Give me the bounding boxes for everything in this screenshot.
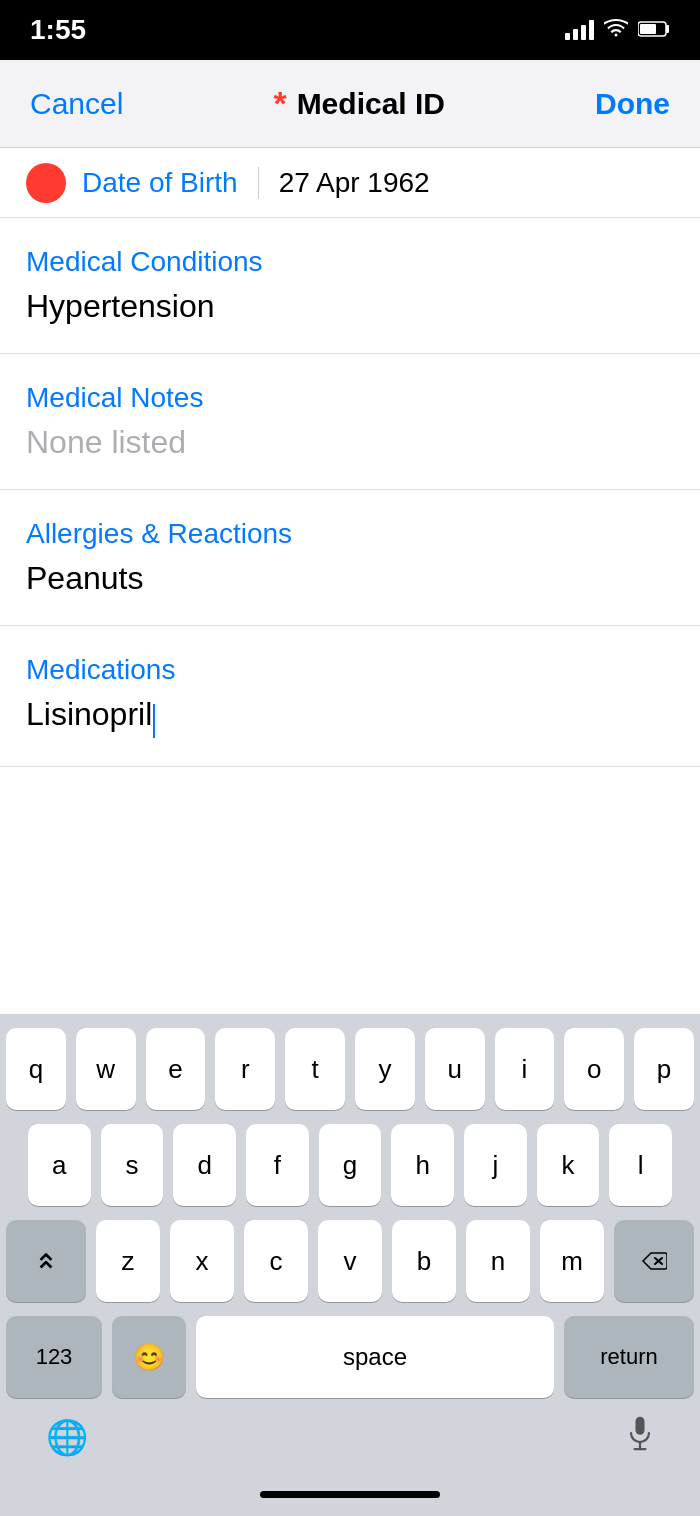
signal-bars-icon: [565, 20, 594, 40]
key-a[interactable]: a: [28, 1124, 91, 1206]
globe-icon[interactable]: 🌐: [46, 1417, 88, 1457]
page-title: Medical ID: [297, 87, 445, 121]
key-c[interactable]: c: [244, 1220, 308, 1302]
cancel-button[interactable]: Cancel: [30, 87, 123, 121]
done-button[interactable]: Done: [595, 87, 670, 121]
mic-icon[interactable]: [626, 1415, 654, 1459]
nav-title: * Medical ID: [273, 84, 445, 123]
keyboard: q w e r t y u i o p a s d f g h j k l z …: [0, 1014, 700, 1516]
dob-value: 27 Apr 1962: [279, 167, 430, 199]
key-g[interactable]: g: [319, 1124, 382, 1206]
allergies-label: Allergies & Reactions: [26, 518, 674, 550]
key-x[interactable]: x: [170, 1220, 234, 1302]
key-v[interactable]: v: [318, 1220, 382, 1302]
emoji-key[interactable]: 😊: [112, 1316, 186, 1398]
key-t[interactable]: t: [285, 1028, 345, 1110]
svg-rect-1: [666, 25, 669, 33]
medications-section[interactable]: Medications Lisinopril: [0, 626, 700, 767]
medical-conditions-value: Hypertension: [26, 288, 674, 325]
shift-key[interactable]: [6, 1220, 86, 1302]
status-icons: [565, 19, 670, 42]
dob-icon: [26, 163, 66, 203]
status-bar: 1:55: [0, 0, 700, 60]
delete-key[interactable]: [614, 1220, 694, 1302]
space-key[interactable]: space: [196, 1316, 554, 1398]
key-o[interactable]: o: [564, 1028, 624, 1110]
key-p[interactable]: p: [634, 1028, 694, 1110]
keyboard-row-3: z x c v b n m: [6, 1220, 694, 1302]
medical-notes-label: Medical Notes: [26, 382, 674, 414]
key-b[interactable]: b: [392, 1220, 456, 1302]
dob-row[interactable]: Date of Birth 27 Apr 1962: [0, 148, 700, 218]
key-s[interactable]: s: [101, 1124, 164, 1206]
key-f[interactable]: f: [246, 1124, 309, 1206]
key-i[interactable]: i: [495, 1028, 555, 1110]
medical-notes-section[interactable]: Medical Notes None listed: [0, 354, 700, 490]
key-e[interactable]: e: [146, 1028, 206, 1110]
dob-label: Date of Birth: [82, 167, 259, 199]
svg-rect-5: [636, 1417, 645, 1435]
keyboard-row-1: q w e r t y u i o p: [6, 1028, 694, 1110]
key-j[interactable]: j: [464, 1124, 527, 1206]
medications-label: Medications: [26, 654, 674, 686]
keyboard-bottom-bar: 🌐: [6, 1412, 694, 1472]
allergies-value: Peanuts: [26, 560, 674, 597]
key-k[interactable]: k: [537, 1124, 600, 1206]
medical-conditions-label: Medical Conditions: [26, 246, 674, 278]
key-q[interactable]: q: [6, 1028, 66, 1110]
numbers-key[interactable]: 123: [6, 1316, 102, 1398]
text-cursor: [153, 704, 155, 738]
key-h[interactable]: h: [391, 1124, 454, 1206]
allergies-reactions-section[interactable]: Allergies & Reactions Peanuts: [0, 490, 700, 626]
key-l[interactable]: l: [609, 1124, 672, 1206]
key-n[interactable]: n: [466, 1220, 530, 1302]
keyboard-row-4: 123 😊 space return: [6, 1316, 694, 1398]
key-z[interactable]: z: [96, 1220, 160, 1302]
medical-conditions-section[interactable]: Medical Conditions Hypertension: [0, 218, 700, 354]
medical-id-asterisk-icon: *: [273, 84, 286, 123]
key-w[interactable]: w: [76, 1028, 136, 1110]
medical-notes-value: None listed: [26, 424, 674, 461]
home-indicator: [6, 1472, 694, 1516]
medications-value: Lisinopril: [26, 696, 152, 732]
battery-icon: [638, 21, 670, 40]
nav-bar: Cancel * Medical ID Done: [0, 60, 700, 148]
content-area: Date of Birth 27 Apr 1962 Medical Condit…: [0, 148, 700, 767]
return-key[interactable]: return: [564, 1316, 694, 1398]
svg-rect-2: [640, 24, 656, 34]
key-r[interactable]: r: [215, 1028, 275, 1110]
key-y[interactable]: y: [355, 1028, 415, 1110]
medications-input-area[interactable]: Lisinopril: [26, 696, 674, 738]
home-bar: [260, 1491, 440, 1498]
key-d[interactable]: d: [173, 1124, 236, 1206]
keyboard-row-2: a s d f g h j k l: [6, 1124, 694, 1206]
key-u[interactable]: u: [425, 1028, 485, 1110]
wifi-icon: [604, 19, 628, 42]
status-time: 1:55: [30, 14, 86, 46]
key-m[interactable]: m: [540, 1220, 604, 1302]
